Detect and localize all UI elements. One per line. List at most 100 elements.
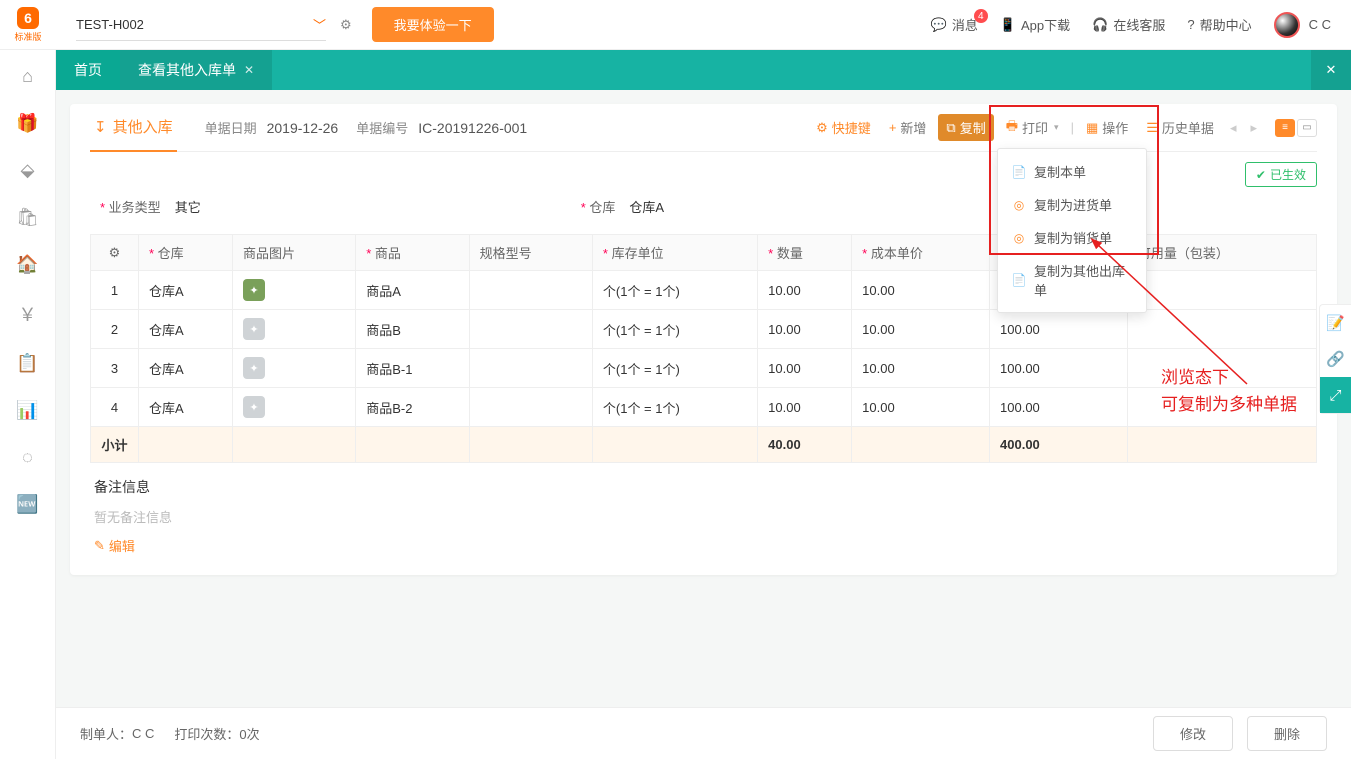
prev-icon[interactable]: ◂	[1226, 120, 1241, 136]
table-row[interactable]: 3 仓库A ✦ 商品B-1 个(1个 = 1个) 10.00 10.00 100…	[91, 349, 1317, 388]
logo-icon: 6	[17, 7, 39, 29]
biztype-value: 其它	[175, 200, 201, 215]
list-icon: ☰	[1146, 120, 1158, 136]
tab-current[interactable]: 查看其他入库单 ✕	[120, 50, 272, 90]
help-icon: ?	[1187, 17, 1194, 32]
right-dock: 📝 🔗 ⤢	[1319, 304, 1351, 414]
warehouse-value: 仓库A	[629, 200, 664, 215]
dock-note-icon[interactable]: 📝	[1320, 305, 1351, 341]
message-badge: 4	[974, 9, 988, 23]
table-row[interactable]: 4 仓库A ✦ 商品B-2 个(1个 = 1个) 10.00 10.00 100…	[91, 388, 1317, 427]
chevron-down-icon: ﹀	[313, 15, 326, 34]
tab-home[interactable]: 首页	[56, 50, 120, 90]
grid-icon: ▦	[1086, 120, 1098, 136]
col-gear[interactable]: ⚙	[91, 235, 139, 271]
tb-history[interactable]: ☰历史单据	[1140, 115, 1220, 140]
tb-copy[interactable]: ⧉复制	[938, 114, 993, 141]
side-bag-icon[interactable]: 🛍	[16, 207, 39, 228]
next-icon[interactable]: ▸	[1246, 120, 1261, 136]
side-money-icon[interactable]: ￥	[19, 301, 37, 327]
table-row[interactable]: 2 仓库A ✦ 商品B 个(1个 = 1个) 10.00 10.00 100.0…	[91, 310, 1317, 349]
tb-shortcut[interactable]: ⚙快捷键	[810, 115, 877, 140]
print-count-value: 0次	[239, 724, 259, 743]
side-warehouse-icon[interactable]: 🏠	[16, 254, 38, 275]
doc-type-tab[interactable]: ↧ 其他入库	[90, 104, 177, 152]
dock-link-icon[interactable]: 🔗	[1320, 341, 1351, 377]
dropdown-item[interactable]: 📄复制本单	[998, 155, 1146, 188]
dropdown-item-icon: ◎	[1012, 198, 1026, 212]
modify-button[interactable]: 修改	[1153, 716, 1233, 751]
plus-icon: +	[889, 120, 897, 135]
product-image-icon: ✦	[243, 396, 265, 418]
col-price: 成本单价	[852, 235, 990, 271]
product-image-icon: ✦	[243, 279, 265, 301]
col-spec: 规格型号	[469, 235, 592, 271]
logo[interactable]: 6 标准版	[0, 7, 56, 43]
gear-icon[interactable]: ⚙	[340, 17, 352, 33]
org-selector[interactable]: TEST-H002 ﹀	[76, 9, 326, 41]
nav-customer-service[interactable]: 🎧在线客服	[1092, 15, 1165, 34]
view-list-icon[interactable]: ≡	[1275, 119, 1295, 137]
warehouse-label: 仓库	[581, 200, 616, 215]
phone-icon: 📱	[1000, 17, 1016, 33]
doc-toolbar: ⚙快捷键 +新增 ⧉复制 🖶打印▾ | ▦操作 ☰历史单据 ◂ ▸ ≡ ▭	[810, 114, 1317, 142]
side-cycle-icon[interactable]: ◌	[22, 447, 33, 468]
footer-bar: 制单人： C C 打印次数： 0次 修改 删除	[56, 707, 1351, 759]
tb-print[interactable]: 🖶打印▾	[1000, 114, 1065, 142]
side-inventory-icon[interactable]: ⬙	[21, 160, 35, 181]
copy-icon: ⧉	[946, 120, 955, 136]
dropdown-item[interactable]: 📄复制为其他出库单	[998, 254, 1146, 306]
doc-meta: 单据日期 2019-12-26 单据编号 IC-20191226-001	[205, 118, 536, 137]
col-qty: 数量	[758, 235, 852, 271]
col-unit: 库存单位	[592, 235, 757, 271]
nav-help[interactable]: ?帮助中心	[1187, 15, 1251, 34]
remark-empty: 暂无备注信息	[94, 507, 1313, 526]
remark-edit[interactable]: ✎编辑	[94, 536, 1313, 555]
gear-icon: ⚙	[816, 120, 828, 136]
product-image-icon: ✦	[243, 357, 265, 379]
view-grid-icon[interactable]: ▭	[1297, 119, 1317, 137]
subtotal-row: 小计40.00400.00	[91, 427, 1317, 463]
status-badge: ✔已生效	[1245, 162, 1317, 187]
nav-user[interactable]: C C	[1274, 12, 1331, 38]
side-home-icon[interactable]: ⌂	[22, 66, 33, 87]
col-product: 商品	[356, 235, 469, 271]
doc-number: IC-20191226-001	[418, 120, 527, 136]
print-icon: 🖶	[1006, 117, 1018, 139]
dropdown-item-icon: 📄	[1012, 273, 1026, 287]
doc-icon: ↧	[94, 118, 107, 136]
copy-dropdown: 📄复制本单◎复制为进货单◎复制为销货单📄复制为其他出库单	[997, 148, 1147, 313]
biztype-label: 业务类型	[100, 200, 161, 215]
avatar	[1274, 12, 1300, 38]
message-icon: 💬	[931, 17, 947, 33]
org-name: TEST-H002	[76, 17, 144, 32]
tabs-close-all[interactable]: ✕	[1311, 50, 1351, 90]
dock-expand-icon[interactable]: ⤢	[1320, 377, 1351, 413]
tb-add[interactable]: +新增	[883, 115, 933, 140]
page-tabs: 首页 查看其他入库单 ✕ ✕	[56, 50, 1351, 90]
chevron-down-icon: ▾	[1054, 122, 1059, 133]
dropdown-item[interactable]: ◎复制为销货单	[998, 221, 1146, 254]
close-icon[interactable]: ✕	[244, 63, 254, 77]
maker-label: 制单人：	[80, 724, 132, 743]
dropdown-item-icon: 📄	[1012, 165, 1026, 179]
delete-button[interactable]: 删除	[1247, 716, 1327, 751]
dropdown-item[interactable]: ◎复制为进货单	[998, 188, 1146, 221]
nav-messages[interactable]: 💬 消息 4	[931, 15, 978, 34]
try-button[interactable]: 我要体验一下	[372, 7, 494, 42]
side-gift-icon[interactable]: 🎁	[16, 113, 38, 134]
col-image: 商品图片	[232, 235, 355, 271]
product-image-icon: ✦	[243, 318, 265, 340]
side-clipboard-icon[interactable]: 📋	[16, 353, 38, 374]
print-count-label: 打印次数：	[174, 724, 239, 743]
tb-ops[interactable]: ▦操作	[1080, 115, 1134, 140]
logo-sub: 标准版	[14, 30, 41, 43]
side-new-icon[interactable]: 🆕	[16, 494, 38, 515]
col-warehouse: 仓库	[139, 235, 233, 271]
nav-app-download[interactable]: 📱App下载	[1000, 15, 1070, 34]
remark-title: 备注信息	[94, 477, 1313, 497]
dropdown-item-icon: ◎	[1012, 231, 1026, 245]
col-available: 可用量（包装）	[1127, 235, 1316, 271]
side-report-icon[interactable]: 📊	[16, 400, 38, 421]
headset-icon: 🎧	[1092, 17, 1108, 33]
